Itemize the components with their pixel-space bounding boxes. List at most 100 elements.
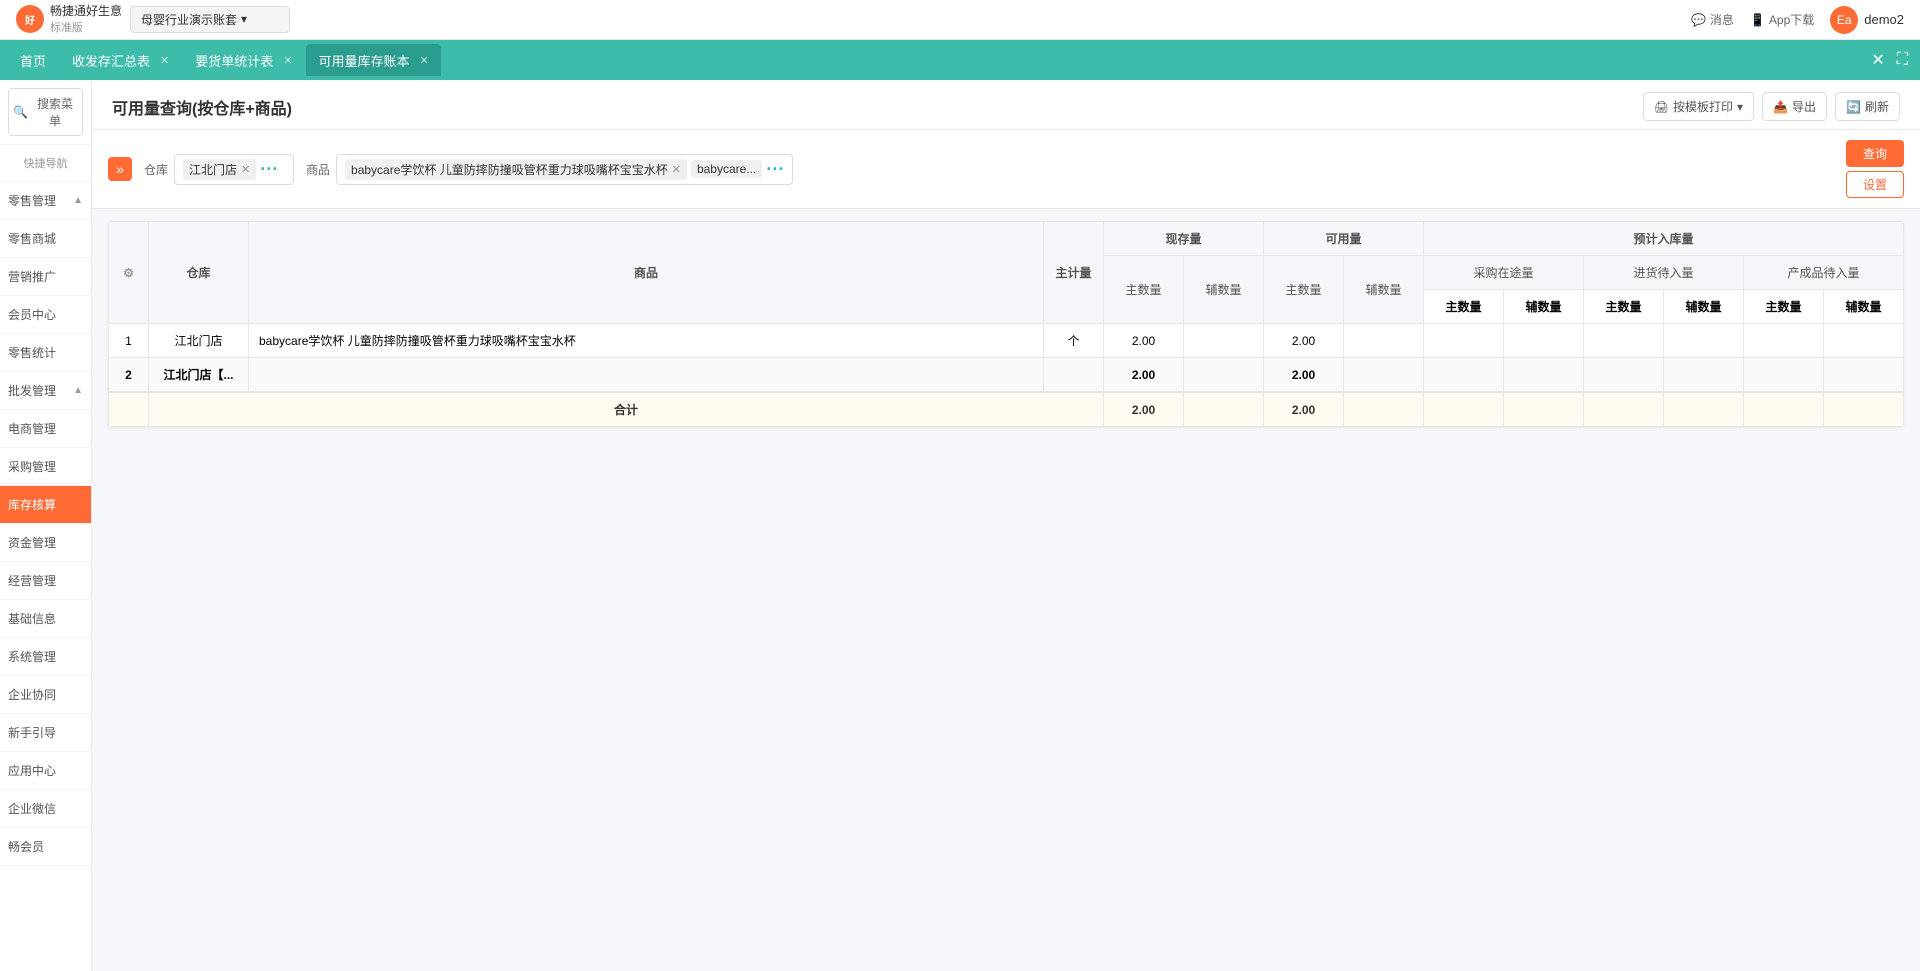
export-label: 导出 xyxy=(1792,98,1816,115)
message-action[interactable]: 💬 消息 xyxy=(1691,11,1734,28)
product-filter-input[interactable]: babycare学饮杯 儿童防摔防撞吸管杯重力球吸嘴杯宝宝水杯 ✕ babyca… xyxy=(336,154,793,185)
export-button[interactable]: 📤 导出 xyxy=(1762,92,1827,121)
sidebar-item-enterprise-wechat-label: 企业微信 xyxy=(8,800,56,817)
row2-inbound-aux xyxy=(1664,358,1744,393)
sidebar-item-purchase-mgmt-label: 采购管理 xyxy=(8,458,56,475)
app-download-action[interactable]: 📱 App下载 xyxy=(1750,11,1814,28)
content-area: 可用量查询(按仓库+商品) 🖨 按模板打印 ▾ 📤 导出 🔄 刷新 » xyxy=(92,80,1920,971)
warehouse-filter-input[interactable]: 江北门店 ✕ ··· xyxy=(174,154,294,185)
warehouse-filter-more[interactable]: ··· xyxy=(260,159,278,180)
top-bar: 好 畅捷通好生意 标准版 母婴行业演示账套 ▾ 💬 消息 📱 App下载 Ea … xyxy=(0,0,1920,40)
print-label: 按模板打印 xyxy=(1673,98,1733,115)
settings-icon[interactable]: ⚙ xyxy=(123,266,134,280)
row2-purchase-main xyxy=(1424,358,1504,393)
settings-button[interactable]: 设置 xyxy=(1846,171,1904,198)
th-product: 商品 xyxy=(249,222,1044,324)
table-container: ⚙ 仓库 商品 主计量 现存量 可用量 预计入库量 主数量 辅数量 主数量 辅数… xyxy=(92,209,1920,971)
sidebar-item-vip-member[interactable]: 畅会员 xyxy=(0,828,91,866)
sidebar-item-inventory-check[interactable]: 库存核算 xyxy=(0,486,91,524)
sidebar-item-system-mgmt[interactable]: 系统管理 xyxy=(0,638,91,676)
footer-production-aux xyxy=(1824,392,1904,427)
tab-available-stock[interactable]: 可用量库存账本 ✕ xyxy=(306,44,440,76)
sidebar-item-app-center-label: 应用中心 xyxy=(8,762,56,779)
app-download-label: App下载 xyxy=(1769,11,1814,28)
row1-unit: 个 xyxy=(1044,324,1104,358)
product-filter-more[interactable]: ··· xyxy=(766,159,784,180)
sidebar-item-marketing-label: 营销推广 xyxy=(8,268,56,285)
logo-text-block: 畅捷通好生意 标准版 xyxy=(50,4,122,34)
th-available-aux: 辅数量 xyxy=(1344,256,1424,324)
sidebar: 🔍 搜索菜单 快捷导航 零售管理 ▲ 零售商城 营销推广 会员中心 零售统计 批… xyxy=(0,80,92,971)
warehouse-tag-remove[interactable]: ✕ xyxy=(241,163,250,176)
expand-icon[interactable]: ⛶ xyxy=(1893,47,1912,73)
sidebar-item-retail-shop[interactable]: 零售商城 xyxy=(0,220,91,258)
export-icon: 📤 xyxy=(1773,100,1788,114)
th-production-aux: 辅数量 xyxy=(1824,290,1904,324)
sidebar-item-enterprise-wechat[interactable]: 企业微信 xyxy=(0,790,91,828)
tab-available-stock-close[interactable]: ✕ xyxy=(420,54,429,67)
message-label: 消息 xyxy=(1710,11,1734,28)
nav-tabs: 首页 收发存汇总表 ✕ 要货单统计表 ✕ 可用量库存账本 ✕ ✕ ⛶ xyxy=(0,40,1920,80)
page-actions: 🖨 按模板打印 ▾ 📤 导出 🔄 刷新 xyxy=(1643,92,1900,121)
product-tag-2-text: babycare... xyxy=(697,162,756,176)
user-area[interactable]: Ea demo2 xyxy=(1830,6,1904,34)
sidebar-item-marketing[interactable]: 营销推广 xyxy=(0,258,91,296)
th-purchase-aux: 辅数量 xyxy=(1504,290,1584,324)
logo-main-text: 畅捷通好生意 xyxy=(50,4,122,18)
sidebar-item-finance-mgmt[interactable]: 资金管理 xyxy=(0,524,91,562)
tab-home[interactable]: 首页 xyxy=(8,44,58,76)
sidebar-item-new-guide-label: 新手引导 xyxy=(8,724,56,741)
row1-available-aux xyxy=(1344,324,1424,358)
footer-available-aux xyxy=(1344,392,1424,427)
chevron-down-print: ▾ xyxy=(1737,100,1743,114)
sidebar-item-system-mgmt-label: 系统管理 xyxy=(8,648,56,665)
th-current-stock-aux: 辅数量 xyxy=(1184,256,1264,324)
footer-label: 合计 xyxy=(149,392,1104,427)
th-inbound-pending: 进货待入量 xyxy=(1584,256,1744,290)
sidebar-item-member-center[interactable]: 会员中心 xyxy=(0,296,91,334)
refresh-button[interactable]: 🔄 刷新 xyxy=(1835,92,1900,121)
query-button[interactable]: 查询 xyxy=(1846,140,1904,167)
row2-available-main: 2.00 xyxy=(1264,358,1344,393)
row2-index: 2 xyxy=(109,358,149,393)
tab-order-stats-close[interactable]: ✕ xyxy=(283,54,292,67)
sidebar-item-ecom-mgmt[interactable]: 电商管理 xyxy=(0,410,91,448)
footer-empty xyxy=(109,392,149,427)
warehouse-tag-text: 江北门店 xyxy=(189,161,237,178)
message-icon: 💬 xyxy=(1691,13,1706,27)
product-filter-group: 商品 babycare学饮杯 儿童防摔防撞吸管杯重力球吸嘴杯宝宝水杯 ✕ bab… xyxy=(306,154,793,185)
tab-order-stats-label: 要货单统计表 xyxy=(195,51,273,70)
industry-selector[interactable]: 母婴行业演示账套 ▾ xyxy=(130,6,290,33)
product-filter-label: 商品 xyxy=(306,161,330,178)
row1-current-main: 2.00 xyxy=(1104,324,1184,358)
sidebar-item-new-guide[interactable]: 新手引导 xyxy=(0,714,91,752)
row1-index: 1 xyxy=(109,324,149,358)
sidebar-item-member-center-label: 会员中心 xyxy=(8,306,56,323)
tab-order-stats[interactable]: 要货单统计表 ✕ xyxy=(183,44,304,76)
product-tag-1-remove[interactable]: ✕ xyxy=(672,163,681,176)
footer-production-main xyxy=(1744,392,1824,427)
print-template-button[interactable]: 🖨 按模板打印 ▾ xyxy=(1643,92,1754,121)
filter-expand-button[interactable]: » xyxy=(108,157,132,181)
sidebar-item-purchase-mgmt[interactable]: 采购管理 xyxy=(0,448,91,486)
row1-inbound-aux xyxy=(1664,324,1744,358)
print-icon: 🖨 xyxy=(1654,100,1669,114)
tab-receipts-summary[interactable]: 收发存汇总表 ✕ xyxy=(60,44,181,76)
sidebar-item-enterprise-collab[interactable]: 企业协同 xyxy=(0,676,91,714)
sidebar-item-wholesale-mgmt[interactable]: 批发管理 ▲ xyxy=(0,372,91,410)
sidebar-item-app-center[interactable]: 应用中心 xyxy=(0,752,91,790)
sidebar-item-retail-stats[interactable]: 零售统计 xyxy=(0,334,91,372)
sidebar-item-operations-mgmt[interactable]: 经营管理 xyxy=(0,562,91,600)
search-menu-button[interactable]: 🔍 搜索菜单 xyxy=(8,88,83,136)
tab-receipts-summary-close[interactable]: ✕ xyxy=(160,54,169,67)
sidebar-item-basic-info[interactable]: 基础信息 xyxy=(0,600,91,638)
row1-production-aux xyxy=(1824,324,1904,358)
close-window-icon[interactable]: ✕ xyxy=(1867,46,1888,74)
sidebar-search: 🔍 搜索菜单 xyxy=(0,80,91,145)
top-bar-left: 好 畅捷通好生意 标准版 母婴行业演示账套 ▾ xyxy=(16,4,290,34)
sidebar-item-retail-mgmt[interactable]: 零售管理 ▲ xyxy=(0,182,91,220)
top-bar-right: 💬 消息 📱 App下载 Ea demo2 xyxy=(1691,6,1904,34)
search-icon: 🔍 xyxy=(13,105,28,119)
filter-actions: 查询 设置 xyxy=(1846,140,1904,198)
logo-area: 好 畅捷通好生意 标准版 xyxy=(16,4,122,34)
